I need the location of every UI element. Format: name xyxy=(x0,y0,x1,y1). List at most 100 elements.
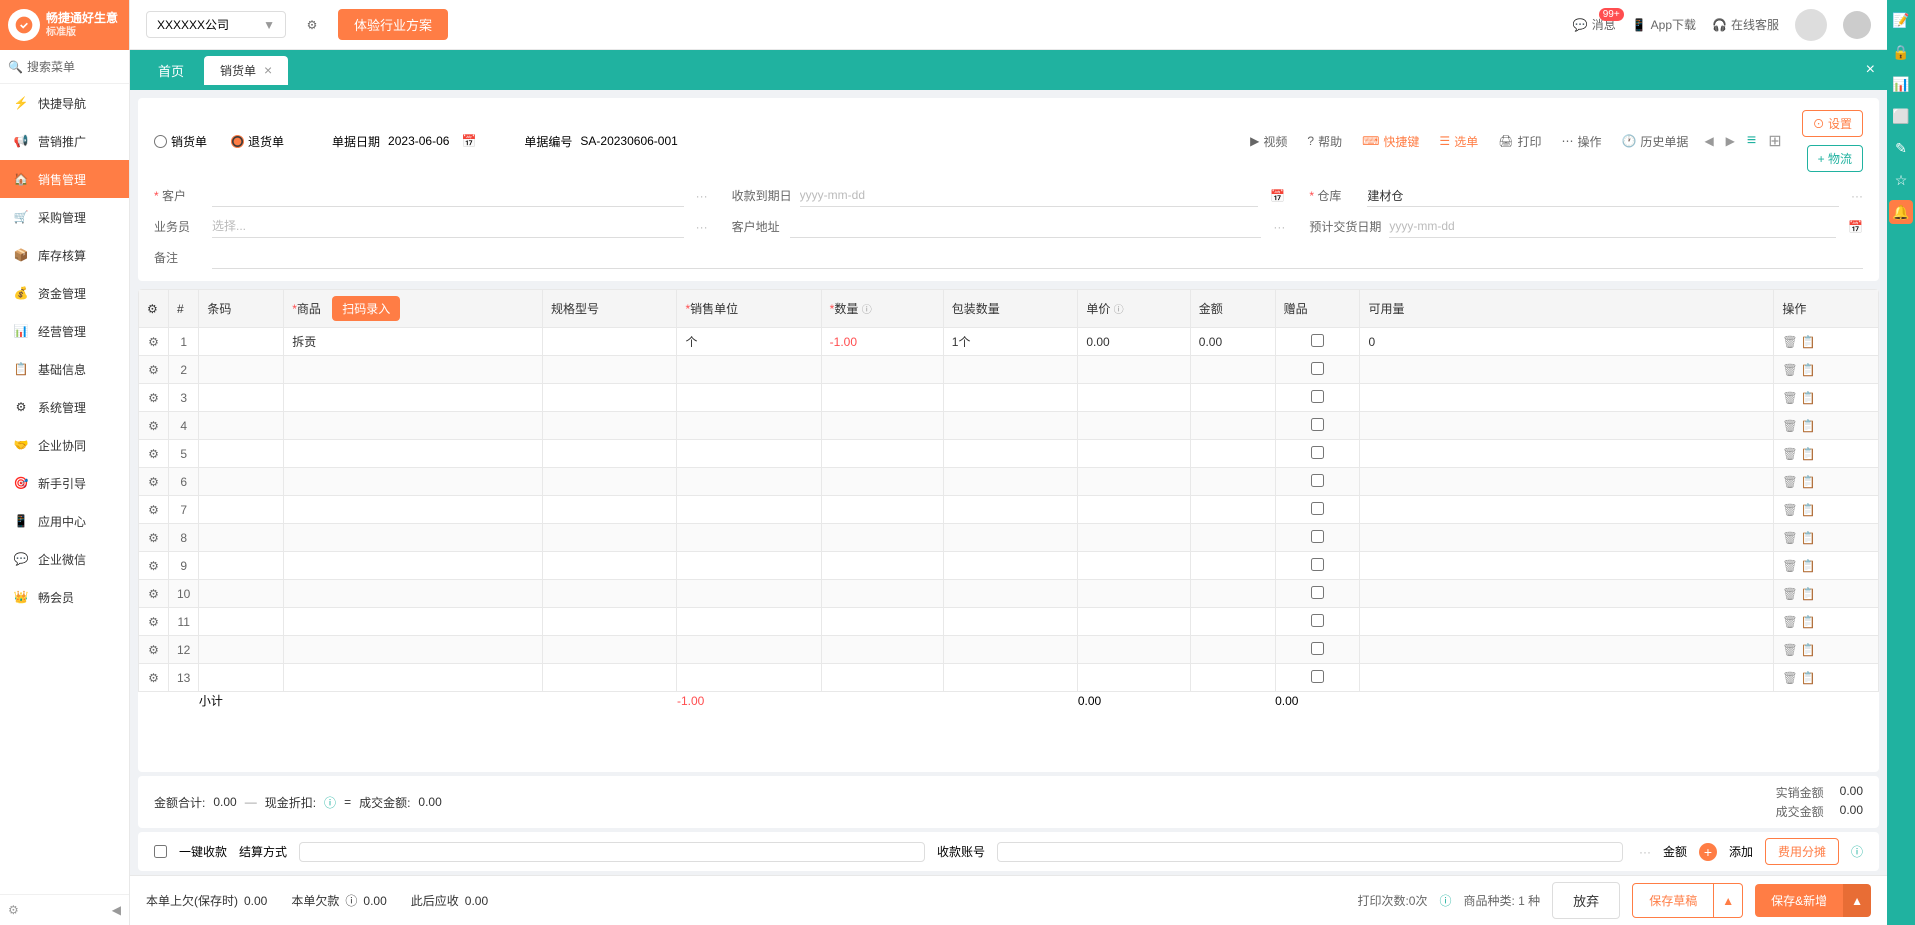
row-price-cell[interactable] xyxy=(1078,468,1190,496)
delete-icon[interactable]: 🗑 xyxy=(1782,587,1797,601)
row-unit-cell[interactable] xyxy=(677,496,821,524)
expected-date-calendar-icon[interactable]: 📅 xyxy=(1848,220,1863,234)
row-price-cell[interactable] xyxy=(1078,636,1190,664)
row-qty-cell[interactable] xyxy=(821,496,943,524)
salesperson-dots[interactable]: ··· xyxy=(696,220,708,234)
row-unit-cell[interactable]: 个 xyxy=(677,328,821,356)
row-barcode-cell[interactable] xyxy=(199,328,284,356)
row-barcode-cell[interactable] xyxy=(199,440,284,468)
row-price-cell[interactable] xyxy=(1078,440,1190,468)
shortcut-btn[interactable]: ⌨ 快捷键 xyxy=(1358,129,1423,154)
row-spec-cell[interactable] xyxy=(542,384,677,412)
save-draft-button[interactable]: 保存草稿 xyxy=(1632,883,1714,918)
select-btn[interactable]: ☰ 选单 xyxy=(1435,129,1482,154)
copy-icon[interactable]: 📋 xyxy=(1801,671,1816,685)
row-qty-cell[interactable] xyxy=(821,580,943,608)
copy-icon[interactable]: 📋 xyxy=(1801,391,1816,405)
save-new-arrow-button[interactable]: ▲ xyxy=(1843,884,1871,917)
copy-icon[interactable]: 📋 xyxy=(1801,615,1816,629)
row-barcode-cell[interactable] xyxy=(199,524,284,552)
sidebar-item-business[interactable]: 📊 经营管理 xyxy=(0,312,129,350)
row-product-cell[interactable]: 拆贡 xyxy=(284,328,543,356)
row-amount-cell[interactable] xyxy=(1190,412,1275,440)
panel-btn-3[interactable]: 📊 xyxy=(1889,72,1913,96)
row-price-cell[interactable] xyxy=(1078,580,1190,608)
sidebar-item-finance[interactable]: 💰 资金管理 xyxy=(0,274,129,312)
row-barcode-cell[interactable] xyxy=(199,412,284,440)
row-gift-cell[interactable] xyxy=(1275,356,1360,384)
row-pkg-qty-cell[interactable] xyxy=(943,608,1078,636)
row-price-cell[interactable] xyxy=(1078,664,1190,692)
copy-icon[interactable]: 📋 xyxy=(1801,447,1816,461)
row-spec-cell[interactable] xyxy=(542,524,677,552)
app-download-button[interactable]: 📱 App下载 xyxy=(1632,16,1696,33)
row-qty-cell[interactable] xyxy=(821,468,943,496)
expense-button[interactable]: 费用分摊 xyxy=(1765,838,1839,865)
discount-info-icon[interactable]: ⓘ xyxy=(324,794,336,811)
row-spec-cell[interactable] xyxy=(542,440,677,468)
row-pkg-qty-cell[interactable] xyxy=(943,496,1078,524)
delete-icon[interactable]: 🗑 xyxy=(1782,447,1797,461)
online-service-button[interactable]: 🎧 在线客服 xyxy=(1712,16,1779,33)
operation-btn[interactable]: ⋯ 操作 xyxy=(1557,129,1605,154)
row-spec-cell[interactable] xyxy=(542,580,677,608)
delete-icon[interactable]: 🗑 xyxy=(1782,615,1797,629)
row-pkg-qty-cell[interactable] xyxy=(943,384,1078,412)
warehouse-dots[interactable]: ··· xyxy=(1851,189,1863,203)
note-input[interactable] xyxy=(212,246,1863,269)
row-qty-cell[interactable] xyxy=(821,412,943,440)
nav-prev-icon[interactable]: ◀ xyxy=(1704,134,1713,148)
panel-btn-4[interactable]: ⬜ xyxy=(1889,104,1913,128)
row-product-cell[interactable] xyxy=(284,412,543,440)
sidebar-search[interactable]: 🔍 搜索菜单 xyxy=(0,50,129,84)
row-unit-cell[interactable] xyxy=(677,664,821,692)
delete-icon[interactable]: 🗑 xyxy=(1782,671,1797,685)
row-spec-cell[interactable] xyxy=(542,356,677,384)
row-qty-cell[interactable] xyxy=(821,384,943,412)
row-barcode-cell[interactable] xyxy=(199,636,284,664)
delete-icon[interactable]: 🗑 xyxy=(1782,363,1797,377)
print-btn[interactable]: 🖨 打印 xyxy=(1494,129,1545,154)
row-amount-cell[interactable] xyxy=(1190,524,1275,552)
debt-info-icon[interactable]: ⓘ xyxy=(345,892,357,909)
row-spec-cell[interactable] xyxy=(542,636,677,664)
row-price-cell[interactable] xyxy=(1078,552,1190,580)
row-gift-cell[interactable] xyxy=(1275,412,1360,440)
row-spec-cell[interactable] xyxy=(542,608,677,636)
grid-view-icon[interactable]: ⊞ xyxy=(1768,131,1781,151)
copy-icon[interactable]: 📋 xyxy=(1801,503,1816,517)
row-qty-cell[interactable] xyxy=(821,636,943,664)
row-pkg-qty-cell[interactable] xyxy=(943,412,1078,440)
row-spec-cell[interactable] xyxy=(542,468,677,496)
copy-icon[interactable]: 📋 xyxy=(1801,475,1816,489)
row-gift-cell[interactable] xyxy=(1275,608,1360,636)
row-amount-cell[interactable] xyxy=(1190,664,1275,692)
row-gift-cell[interactable] xyxy=(1275,664,1360,692)
row-barcode-cell[interactable] xyxy=(199,468,284,496)
trial-button[interactable]: 体验行业方案 xyxy=(338,9,448,40)
row-pkg-qty-cell[interactable] xyxy=(943,552,1078,580)
copy-icon[interactable]: 📋 xyxy=(1801,335,1816,349)
row-amount-cell[interactable] xyxy=(1190,384,1275,412)
row-gift-cell[interactable] xyxy=(1275,496,1360,524)
sidebar-item-quick-nav[interactable]: ⚡ 快捷导航 xyxy=(0,84,129,122)
row-barcode-cell[interactable] xyxy=(199,608,284,636)
panel-btn-5[interactable]: ✎ xyxy=(1889,136,1913,160)
row-gift-cell[interactable] xyxy=(1275,524,1360,552)
sidebar-item-marketing[interactable]: 📢 营销推广 xyxy=(0,122,129,160)
row-unit-cell[interactable] xyxy=(677,412,821,440)
customer-addr-dots[interactable]: ··· xyxy=(1273,220,1285,234)
row-price-cell[interactable] xyxy=(1078,608,1190,636)
sidebar-item-basic[interactable]: 📋 基础信息 xyxy=(0,350,129,388)
row-qty-cell[interactable] xyxy=(821,524,943,552)
copy-icon[interactable]: 📋 xyxy=(1801,587,1816,601)
scan-button[interactable]: 扫码录入 xyxy=(332,296,400,321)
customer-addr-input[interactable] xyxy=(790,215,1262,238)
row-unit-cell[interactable] xyxy=(677,552,821,580)
row-amount-cell[interactable] xyxy=(1190,636,1275,664)
row-gift-cell[interactable] xyxy=(1275,636,1360,664)
row-qty-cell[interactable] xyxy=(821,440,943,468)
customer-input[interactable] xyxy=(212,184,684,207)
row-pkg-qty-cell[interactable]: 1个 xyxy=(943,328,1078,356)
copy-icon[interactable]: 📋 xyxy=(1801,643,1816,657)
